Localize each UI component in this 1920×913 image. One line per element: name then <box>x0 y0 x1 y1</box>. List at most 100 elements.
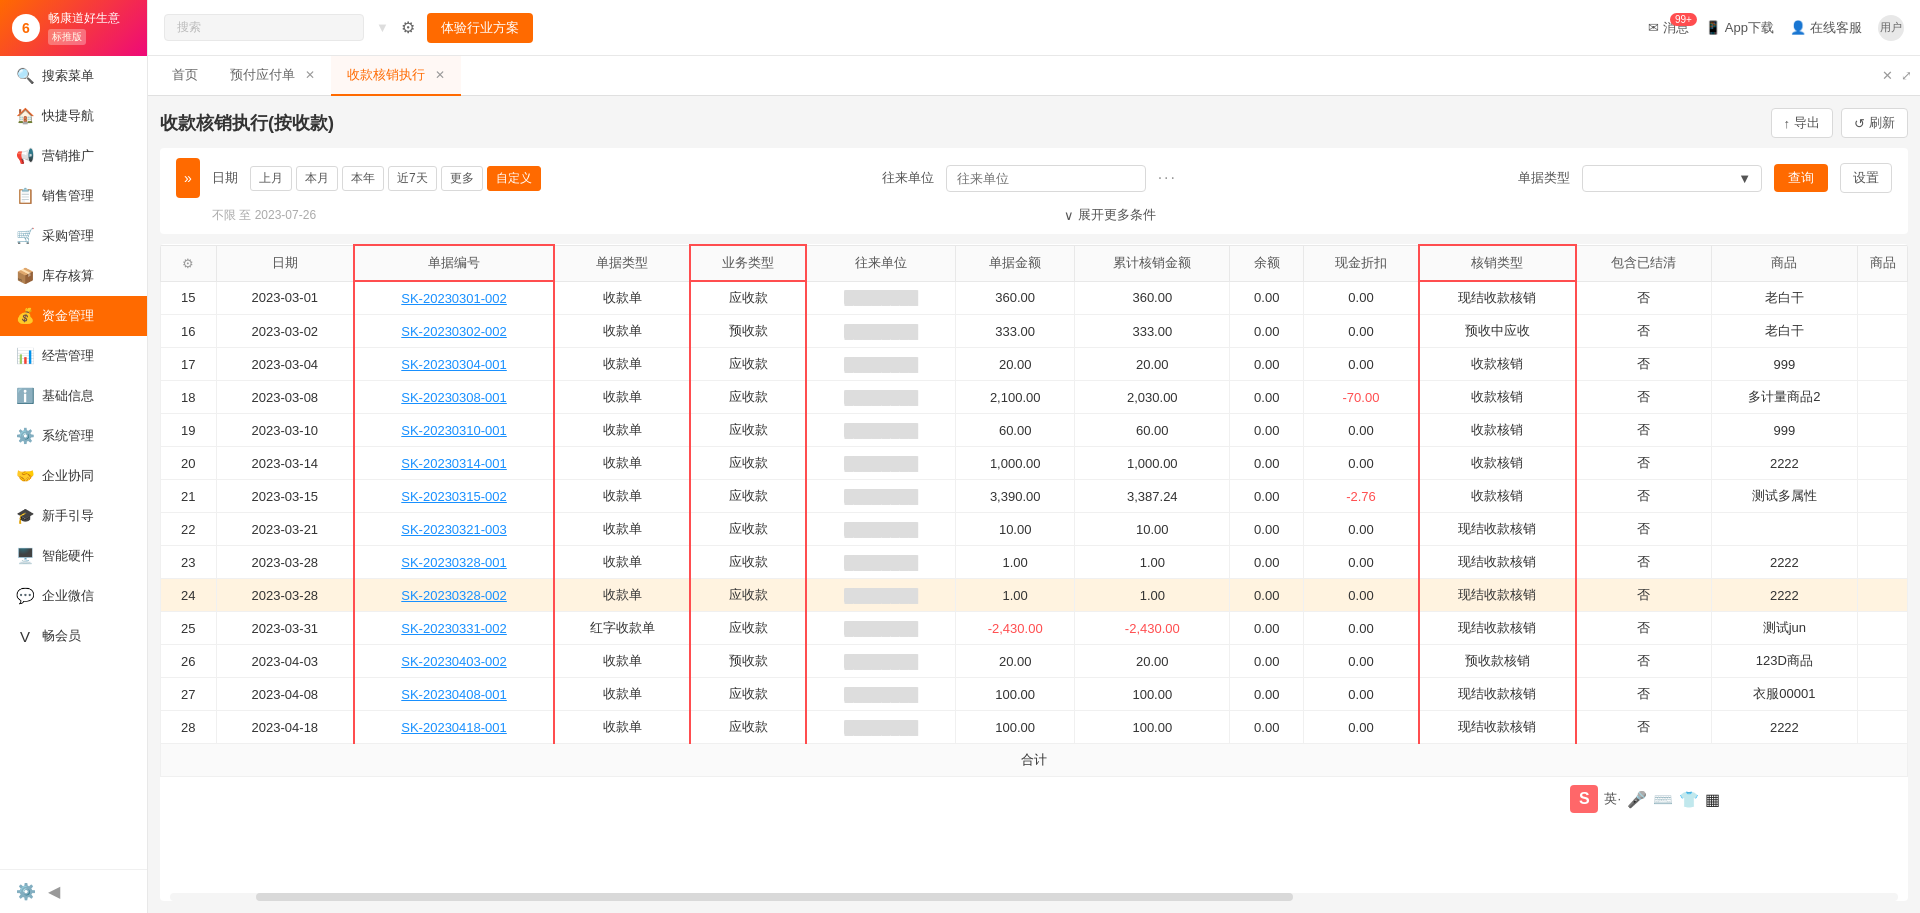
cell-cash-discount: 0.00 <box>1304 711 1419 744</box>
filter-counterpart-input[interactable] <box>946 165 1146 192</box>
cell-cancel-type: 现结收款核销 <box>1419 513 1576 546</box>
query-btn[interactable]: 查询 <box>1774 164 1828 192</box>
doc-no-link[interactable]: SK-20230314-001 <box>401 456 507 471</box>
scrollbar-thumb[interactable] <box>256 893 1293 901</box>
sidebar-item-search[interactable]: 🔍 搜索菜单 <box>0 56 147 96</box>
cell-balance: 0.00 <box>1230 447 1304 480</box>
sidebar-item-finance[interactable]: 💰 资金管理 <box>0 296 147 336</box>
table-row[interactable]: 19 2023-03-10 SK-20230310-001 收款单 应收款 ██… <box>161 414 1908 447</box>
table-row[interactable]: 21 2023-03-15 SK-20230315-002 收款单 应收款 ██… <box>161 480 1908 513</box>
doc-no-link[interactable]: SK-20230308-001 <box>401 390 507 405</box>
sidebar-item-stock[interactable]: 📦 库存核算 <box>0 256 147 296</box>
app-download-btn[interactable]: 📱 App下载 <box>1705 19 1774 37</box>
sidebar-item-quicknav[interactable]: 🏠 快捷导航 <box>0 96 147 136</box>
table-row[interactable]: 22 2023-03-21 SK-20230321-003 收款单 应收款 ██… <box>161 513 1908 546</box>
filter-date-custom[interactable]: 自定义 <box>487 166 541 191</box>
chevron-down-icon: ∨ <box>1064 208 1074 223</box>
col-settings[interactable]: ⚙ <box>161 245 217 281</box>
table-row[interactable]: 25 2023-03-31 SK-20230331-002 红字收款单 应收款 … <box>161 612 1908 645</box>
user-avatar[interactable]: 用户 <box>1878 15 1904 41</box>
cell-include-settled: 否 <box>1576 348 1712 381</box>
doc-no-link[interactable]: SK-20230315-002 <box>401 489 507 504</box>
doc-no-link[interactable]: SK-20230408-001 <box>401 687 507 702</box>
table-row[interactable]: 20 2023-03-14 SK-20230314-001 收款单 应收款 ██… <box>161 447 1908 480</box>
settings-bottom-icon[interactable]: ⚙️ <box>16 882 36 901</box>
collapse-icon[interactable]: ◀ <box>48 882 60 901</box>
messages-btn[interactable]: ✉ 消息 99+ <box>1648 19 1689 37</box>
cell-amount: 360.00 <box>956 281 1075 315</box>
cell-cancel-type: 收款核销 <box>1419 381 1576 414</box>
topbar-search[interactable]: 搜索 <box>164 14 364 41</box>
tabs-expand-icon[interactable]: ⤢ <box>1901 68 1912 83</box>
table-row[interactable]: 18 2023-03-08 SK-20230308-001 收款单 应收款 ██… <box>161 381 1908 414</box>
cell-cumulative: -2,430.00 <box>1075 612 1230 645</box>
industry-btn[interactable]: 体验行业方案 <box>427 13 533 43</box>
search-input-placeholder: 搜索 <box>177 19 201 36</box>
doc-no-link[interactable]: SK-20230304-001 <box>401 357 507 372</box>
page-title: 收款核销执行(按收款) <box>160 111 334 135</box>
topbar-gear-icon[interactable]: ⚙ <box>401 18 415 37</box>
sidebar-item-system[interactable]: ⚙️ 系统管理 <box>0 416 147 456</box>
cell-cumulative: 1,000.00 <box>1075 447 1230 480</box>
sidebar-item-purchase[interactable]: 🛒 采购管理 <box>0 216 147 256</box>
tabs-close-icon[interactable]: ✕ <box>1882 68 1893 83</box>
sidebar-item-enterprise[interactable]: 🤝 企业协同 <box>0 456 147 496</box>
doc-no-link[interactable]: SK-20230321-003 <box>401 522 507 537</box>
tab-prepay-close[interactable]: ✕ <box>305 68 315 82</box>
topbar-right: ✉ 消息 99+ 📱 App下载 👤 在线客服 用户 <box>1648 15 1904 41</box>
settings-filter-btn[interactable]: 设置 <box>1840 163 1892 193</box>
doc-no-link[interactable]: SK-20230310-001 <box>401 423 507 438</box>
table-settings-icon[interactable]: ⚙ <box>182 256 194 271</box>
table-row[interactable]: 23 2023-03-28 SK-20230328-001 收款单 应收款 ██… <box>161 546 1908 579</box>
cell-doc-no: SK-20230403-002 <box>354 645 554 678</box>
col-cancel-type: 核销类型 <box>1419 245 1576 281</box>
sidebar-item-newbie[interactable]: 🎓 新手引导 <box>0 496 147 536</box>
table-row[interactable]: 27 2023-04-08 SK-20230408-001 收款单 应收款 ██… <box>161 678 1908 711</box>
doc-no-link[interactable]: SK-20230328-001 <box>401 555 507 570</box>
cell-amount: 100.00 <box>956 711 1075 744</box>
cell-goods2 <box>1858 315 1908 348</box>
doc-no-link[interactable]: SK-20230403-002 <box>401 654 507 669</box>
table-row[interactable]: 24 2023-03-28 SK-20230328-002 收款单 应收款 ██… <box>161 579 1908 612</box>
filter-date-last-month[interactable]: 上月 <box>250 166 292 191</box>
sidebar-item-member[interactable]: V 畅会员 <box>0 616 147 656</box>
sidebar-item-operation[interactable]: 📊 经营管理 <box>0 336 147 376</box>
table-row[interactable]: 15 2023-03-01 SK-20230301-002 收款单 应收款 ██… <box>161 281 1908 315</box>
tab-receipt[interactable]: 收款核销执行 ✕ <box>331 56 461 96</box>
sidebar-item-wechat[interactable]: 💬 企业微信 <box>0 576 147 616</box>
expand-more-btn[interactable]: ∨ 展开更多条件 <box>1064 206 1156 224</box>
filter-date-more[interactable]: 更多 <box>441 166 483 191</box>
tab-prepay[interactable]: 预付应付单 ✕ <box>214 56 331 96</box>
sales-icon: 📋 <box>16 187 34 205</box>
filter-date-this-year[interactable]: 本年 <box>342 166 384 191</box>
sidebar-item-basic[interactable]: ℹ️ 基础信息 <box>0 376 147 416</box>
cell-date: 2023-04-08 <box>216 678 354 711</box>
table-row[interactable]: 16 2023-03-02 SK-20230302-002 收款单 预收款 ██… <box>161 315 1908 348</box>
tab-home[interactable]: 首页 <box>156 56 214 96</box>
table-row[interactable]: 28 2023-04-18 SK-20230418-001 收款单 应收款 ██… <box>161 711 1908 744</box>
cell-amount: 60.00 <box>956 414 1075 447</box>
doc-no-link[interactable]: SK-20230331-002 <box>401 621 507 636</box>
sidebar-item-hardware[interactable]: 🖥️ 智能硬件 <box>0 536 147 576</box>
filter-expand-btn[interactable]: » <box>176 158 200 198</box>
doc-no-link[interactable]: SK-20230302-002 <box>401 324 507 339</box>
doc-no-link[interactable]: SK-20230301-002 <box>401 291 507 306</box>
filter-date-7days[interactable]: 近7天 <box>388 166 437 191</box>
doc-no-link[interactable]: SK-20230418-001 <box>401 720 507 735</box>
sidebar-item-sales[interactable]: 📋 销售管理 <box>0 176 147 216</box>
support-btn[interactable]: 👤 在线客服 <box>1790 19 1862 37</box>
table-row[interactable]: 17 2023-03-04 SK-20230304-001 收款单 应收款 ██… <box>161 348 1908 381</box>
filter-date-this-month[interactable]: 本月 <box>296 166 338 191</box>
refresh-btn[interactable]: ↺ 刷新 <box>1841 108 1908 138</box>
horizontal-scrollbar[interactable] <box>170 893 1898 901</box>
doc-no-link[interactable]: SK-20230328-002 <box>401 588 507 603</box>
filter-doc-type-select[interactable]: ▼ <box>1582 165 1762 192</box>
export-btn[interactable]: ↑ 导出 <box>1771 108 1834 138</box>
cell-biz-type: 应收款 <box>690 381 806 414</box>
cell-goods: 衣服00001 <box>1711 678 1857 711</box>
cell-biz-type: 应收款 <box>690 480 806 513</box>
tab-receipt-close[interactable]: ✕ <box>435 68 445 82</box>
sidebar-item-marketing[interactable]: 📢 营销推广 <box>0 136 147 176</box>
table-row[interactable]: 26 2023-04-03 SK-20230403-002 收款单 预收款 ██… <box>161 645 1908 678</box>
cell-biz-type: 应收款 <box>690 281 806 315</box>
